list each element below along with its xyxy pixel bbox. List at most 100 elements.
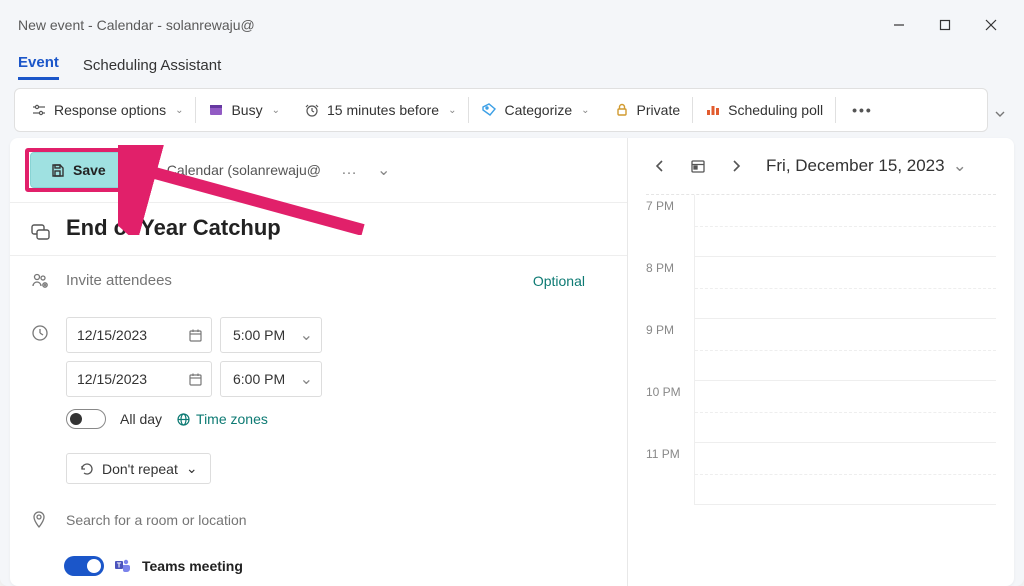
chevron-down-icon[interactable]: ⌄: [300, 369, 313, 389]
hour-label: 7 PM: [646, 195, 694, 257]
time-cell[interactable]: [694, 319, 996, 381]
time-row: 10 PM: [646, 381, 996, 443]
attendees-row: Optional: [10, 255, 627, 305]
time-cell[interactable]: [694, 257, 996, 319]
optional-attendees-link[interactable]: Optional: [533, 273, 607, 289]
window: New event - Calendar - solanrewaju@ Even…: [0, 0, 1024, 586]
show-as-label: Busy: [231, 102, 262, 118]
maximize-button[interactable]: [922, 5, 968, 45]
reminder-button[interactable]: 15 minutes before ⌄: [292, 89, 468, 131]
calendar-ellipsis: …: [335, 161, 363, 179]
tag-icon: [481, 102, 497, 118]
tab-row: Event Scheduling Assistant: [0, 50, 1024, 80]
titlebar: New event - Calendar - solanrewaju@: [0, 0, 1024, 50]
save-button-label: Save: [73, 162, 106, 178]
next-day-button[interactable]: [722, 152, 750, 180]
ellipsis-icon: •••: [852, 102, 873, 118]
time-grid[interactable]: 7 PM 8 PM 9 PM 10 PM 11 PM: [646, 194, 996, 505]
sliders-icon: [31, 102, 47, 118]
prev-day-button[interactable]: [646, 152, 674, 180]
time-cell[interactable]: [694, 195, 996, 257]
tab-scheduling-assistant[interactable]: Scheduling Assistant: [83, 53, 221, 80]
allday-toggle[interactable]: [66, 409, 106, 429]
minimize-button[interactable]: [876, 5, 922, 45]
calendar-selector-label[interactable]: Calendar (solanrewaju@: [167, 162, 321, 178]
end-date-value[interactable]: [77, 371, 188, 387]
hour-label: 9 PM: [646, 319, 694, 381]
reminder-label: 15 minutes before: [327, 102, 439, 118]
time-row: 8 PM: [646, 257, 996, 319]
hour-label: 8 PM: [646, 257, 694, 319]
date-navigator: Fri, December 15, 2023 ⌄: [646, 152, 996, 180]
time-cell[interactable]: [694, 443, 996, 505]
time-row: 9 PM: [646, 319, 996, 381]
start-date-value[interactable]: [77, 327, 188, 343]
start-datetime: ⌄: [66, 317, 607, 353]
scheduling-poll-label: Scheduling poll: [728, 102, 823, 118]
teams-row: T Teams meeting: [10, 544, 627, 586]
calendar-icon[interactable]: [188, 372, 203, 387]
chevron-down-icon: ⌄: [272, 105, 280, 116]
save-button[interactable]: Save: [30, 152, 125, 188]
toolbar-expand-button[interactable]: [988, 98, 1010, 122]
categorize-label: Categorize: [504, 102, 572, 118]
teams-icon: T: [114, 557, 132, 575]
private-label: Private: [637, 102, 681, 118]
chevron-down-icon: ⌄: [953, 156, 967, 176]
datetime-fields: ⌄ ⌄ All: [66, 317, 607, 429]
tab-event[interactable]: Event: [18, 50, 59, 80]
content: Save Calendar (solanrewaju@ … ⌄ Optional: [10, 138, 1014, 586]
chevron-down-icon: ⌄: [448, 105, 456, 116]
title-icon: [30, 221, 52, 243]
svg-text:T: T: [117, 563, 122, 570]
event-title-input[interactable]: [66, 215, 607, 241]
teams-label: Teams meeting: [142, 558, 243, 574]
hour-label: 11 PM: [646, 443, 694, 505]
end-time-input[interactable]: ⌄: [220, 361, 322, 397]
chevron-down-icon: ⌄: [186, 460, 198, 477]
start-date-input[interactable]: [66, 317, 212, 353]
lock-icon: [614, 102, 630, 118]
private-button[interactable]: Private: [602, 89, 693, 131]
calendar-selector-chevron[interactable]: ⌄: [377, 160, 390, 180]
categorize-button[interactable]: Categorize ⌄: [469, 89, 601, 131]
attendees-input[interactable]: [66, 268, 519, 293]
end-datetime: ⌄: [66, 361, 607, 397]
save-row: Save Calendar (solanrewaju@ … ⌄: [10, 138, 627, 203]
chevron-down-icon: ⌄: [175, 105, 183, 116]
response-options-button[interactable]: Response options ⌄: [19, 89, 195, 131]
repeat-selector[interactable]: Don't repeat ⌄: [66, 453, 211, 484]
chevron-down-icon: ⌄: [581, 105, 589, 116]
response-options-label: Response options: [54, 102, 166, 118]
window-controls: [876, 5, 1014, 45]
clock-icon: [30, 323, 52, 343]
calendar-color-dot: [139, 163, 153, 177]
allday-label: All day: [120, 411, 162, 427]
save-icon: [49, 162, 65, 178]
scheduling-poll-button[interactable]: Scheduling poll: [693, 89, 835, 131]
timezones-label: Time zones: [196, 411, 268, 427]
teams-meeting: T Teams meeting: [64, 556, 243, 576]
title-row: [10, 203, 627, 255]
start-time-value[interactable]: [233, 327, 300, 343]
today-button[interactable]: [684, 152, 712, 180]
allday-row: All day Time zones: [66, 409, 607, 429]
calendar-icon[interactable]: [188, 328, 203, 343]
location-row: [10, 496, 627, 544]
end-time-value[interactable]: [233, 371, 300, 387]
datetime-row: ⌄ ⌄ All: [10, 305, 627, 441]
chevron-down-icon[interactable]: ⌄: [300, 325, 313, 345]
teams-toggle[interactable]: [64, 556, 104, 576]
date-picker[interactable]: Fri, December 15, 2023 ⌄: [766, 156, 967, 176]
time-row: 7 PM: [646, 195, 996, 257]
location-input[interactable]: [66, 508, 607, 532]
timezones-link[interactable]: Time zones: [176, 411, 268, 427]
poll-icon: [705, 102, 721, 118]
close-button[interactable]: [968, 5, 1014, 45]
show-as-button[interactable]: Busy ⌄: [196, 89, 292, 131]
end-date-input[interactable]: [66, 361, 212, 397]
hour-label: 10 PM: [646, 381, 694, 443]
start-time-input[interactable]: ⌄: [220, 317, 322, 353]
more-button[interactable]: •••: [836, 89, 889, 131]
time-cell[interactable]: [694, 381, 996, 443]
